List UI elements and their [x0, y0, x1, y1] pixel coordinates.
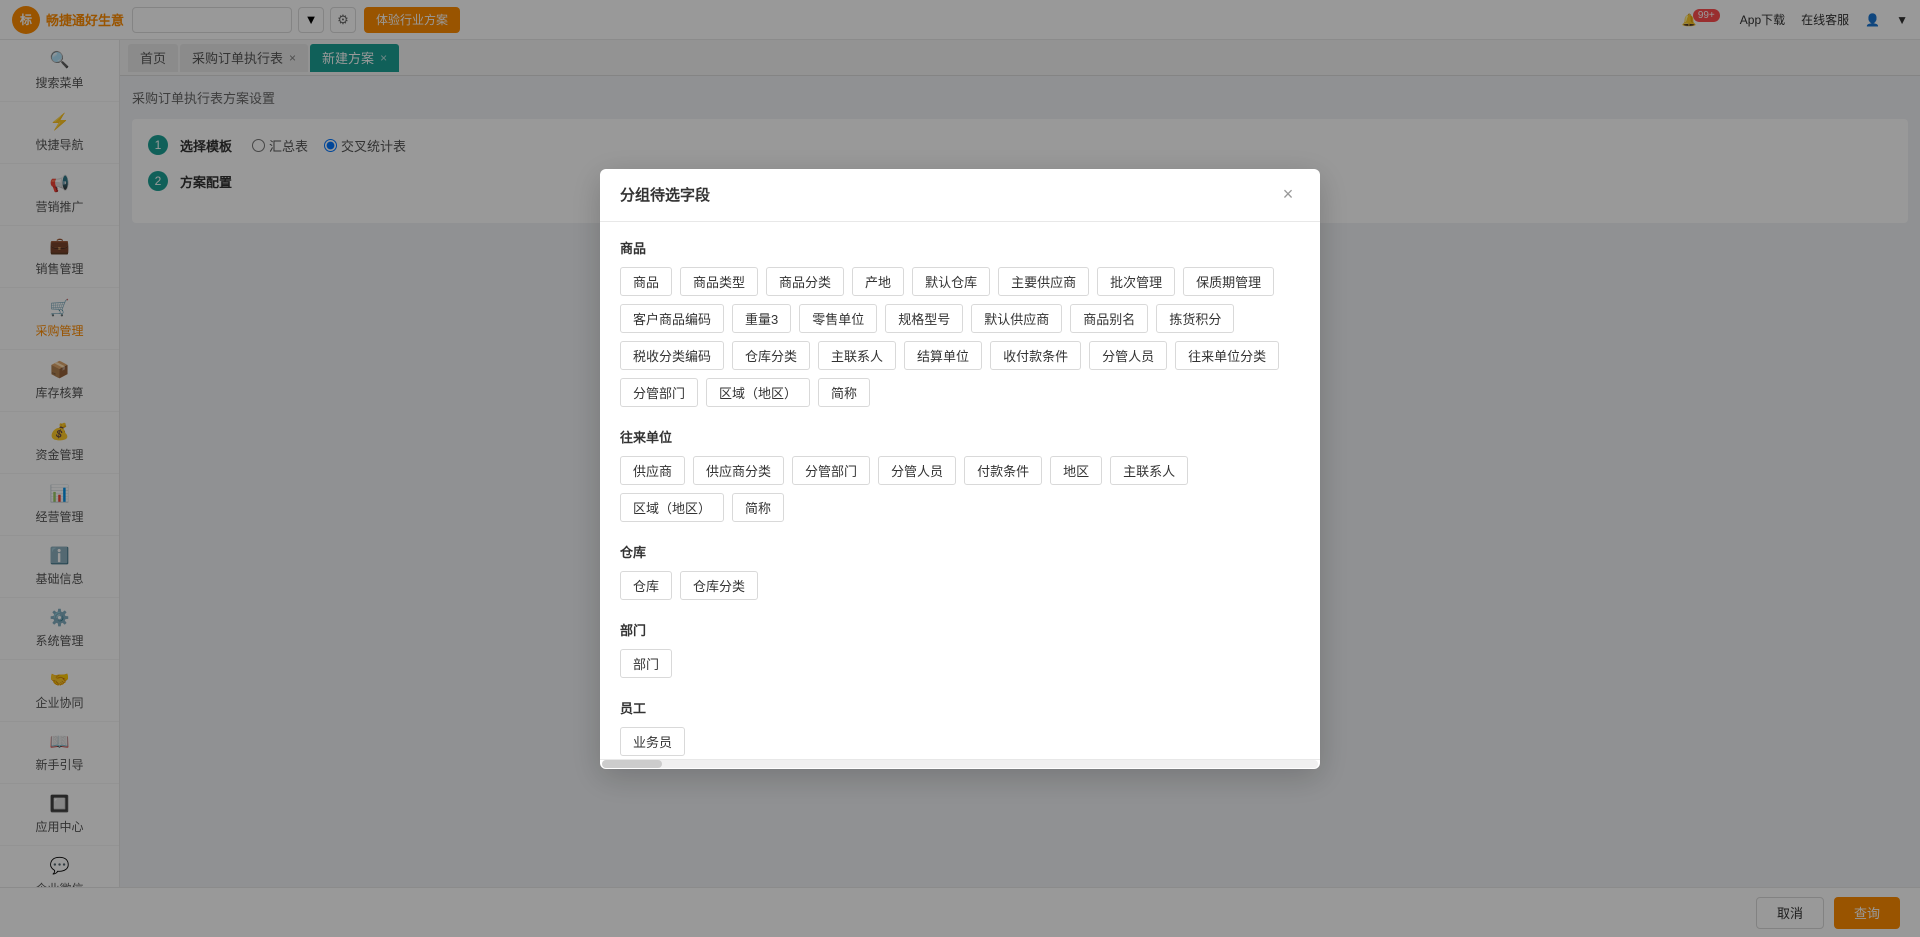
section-product-title: 商品	[620, 238, 1300, 257]
field-weight3[interactable]: 重量3	[732, 304, 791, 333]
field-settlement-unit[interactable]: 结算单位	[904, 341, 982, 370]
section-warehouse-title: 仓库	[620, 542, 1300, 561]
section-employee-fields: 业务员	[620, 727, 1300, 756]
field-pick-points[interactable]: 拣货积分	[1156, 304, 1234, 333]
section-partner-fields: 供应商 供应商分类 分管部门 分管人员 付款条件 地区 主联系人 区域（地区） …	[620, 456, 1300, 522]
modal-hscroll[interactable]	[600, 759, 1320, 768]
field-product-type[interactable]: 商品类型	[680, 267, 758, 296]
field-supplier-category[interactable]: 供应商分类	[693, 456, 784, 485]
field-payment-terms[interactable]: 收付款条件	[990, 341, 1081, 370]
field-area[interactable]: 地区	[1050, 456, 1102, 485]
field-supervisor[interactable]: 分管人员	[1089, 341, 1167, 370]
section-product-fields: 商品 商品类型 商品分类 产地 默认仓库 主要供应商 批次管理 保质期管理 客户…	[620, 267, 1300, 407]
field-spec-model[interactable]: 规格型号	[885, 304, 963, 333]
field-main-contact[interactable]: 主联系人	[818, 341, 896, 370]
section-partner-title: 往来单位	[620, 427, 1300, 446]
section-employee: 员工 业务员	[620, 698, 1300, 756]
field-default-supplier[interactable]: 默认供应商	[971, 304, 1062, 333]
field-origin[interactable]: 产地	[852, 267, 904, 296]
hscroll-track	[602, 760, 1318, 768]
field-mgmt-person[interactable]: 分管人员	[878, 456, 956, 485]
field-short-name-product[interactable]: 简称	[818, 378, 870, 407]
modal-title: 分组待选字段	[620, 184, 710, 205]
field-default-warehouse[interactable]: 默认仓库	[912, 267, 990, 296]
field-select-modal: 分组待选字段 × 商品 商品 商品类型 商品分类 产地 默认仓库 主要供应商 批…	[600, 169, 1320, 769]
modal-body: 商品 商品 商品类型 商品分类 产地 默认仓库 主要供应商 批次管理 保质期管理…	[600, 222, 1320, 760]
field-warehouse-cat[interactable]: 仓库分类	[680, 571, 758, 600]
field-main-contact-partner[interactable]: 主联系人	[1110, 456, 1188, 485]
modal-header: 分组待选字段 ×	[600, 169, 1320, 222]
section-department-fields: 部门	[620, 649, 1300, 678]
field-product[interactable]: 商品	[620, 267, 672, 296]
field-supplier[interactable]: 供应商	[620, 456, 685, 485]
section-warehouse: 仓库 仓库 仓库分类	[620, 542, 1300, 600]
field-region-product[interactable]: 区域（地区）	[706, 378, 810, 407]
section-partner: 往来单位 供应商 供应商分类 分管部门 分管人员 付款条件 地区 主联系人 区域…	[620, 427, 1300, 522]
field-partner-category[interactable]: 往来单位分类	[1175, 341, 1279, 370]
field-customer-code[interactable]: 客户商品编码	[620, 304, 724, 333]
section-product: 商品 商品 商品类型 商品分类 产地 默认仓库 主要供应商 批次管理 保质期管理…	[620, 238, 1300, 407]
field-mgmt-dept[interactable]: 分管部门	[792, 456, 870, 485]
modal-overlay: 分组待选字段 × 商品 商品 商品类型 商品分类 产地 默认仓库 主要供应商 批…	[0, 0, 1920, 937]
field-tax-code[interactable]: 税收分类编码	[620, 341, 724, 370]
modal-close-btn[interactable]: ×	[1276, 183, 1300, 207]
field-payment-condition[interactable]: 付款条件	[964, 456, 1042, 485]
section-employee-title: 员工	[620, 698, 1300, 717]
field-main-supplier[interactable]: 主要供应商	[998, 267, 1089, 296]
field-retail-unit[interactable]: 零售单位	[799, 304, 877, 333]
field-expiry-mgmt[interactable]: 保质期管理	[1183, 267, 1274, 296]
field-batch-mgmt[interactable]: 批次管理	[1097, 267, 1175, 296]
section-department: 部门 部门	[620, 620, 1300, 678]
section-department-title: 部门	[620, 620, 1300, 639]
field-department[interactable]: 部门	[620, 649, 672, 678]
hscroll-thumb[interactable]	[602, 760, 662, 768]
field-salesperson[interactable]: 业务员	[620, 727, 685, 756]
field-dept-in-charge[interactable]: 分管部门	[620, 378, 698, 407]
field-region-partner[interactable]: 区域（地区）	[620, 493, 724, 522]
field-product-alias[interactable]: 商品别名	[1070, 304, 1148, 333]
field-short-name-partner[interactable]: 简称	[732, 493, 784, 522]
section-warehouse-fields: 仓库 仓库分类	[620, 571, 1300, 600]
field-product-category[interactable]: 商品分类	[766, 267, 844, 296]
field-warehouse[interactable]: 仓库	[620, 571, 672, 600]
field-warehouse-category[interactable]: 仓库分类	[732, 341, 810, 370]
